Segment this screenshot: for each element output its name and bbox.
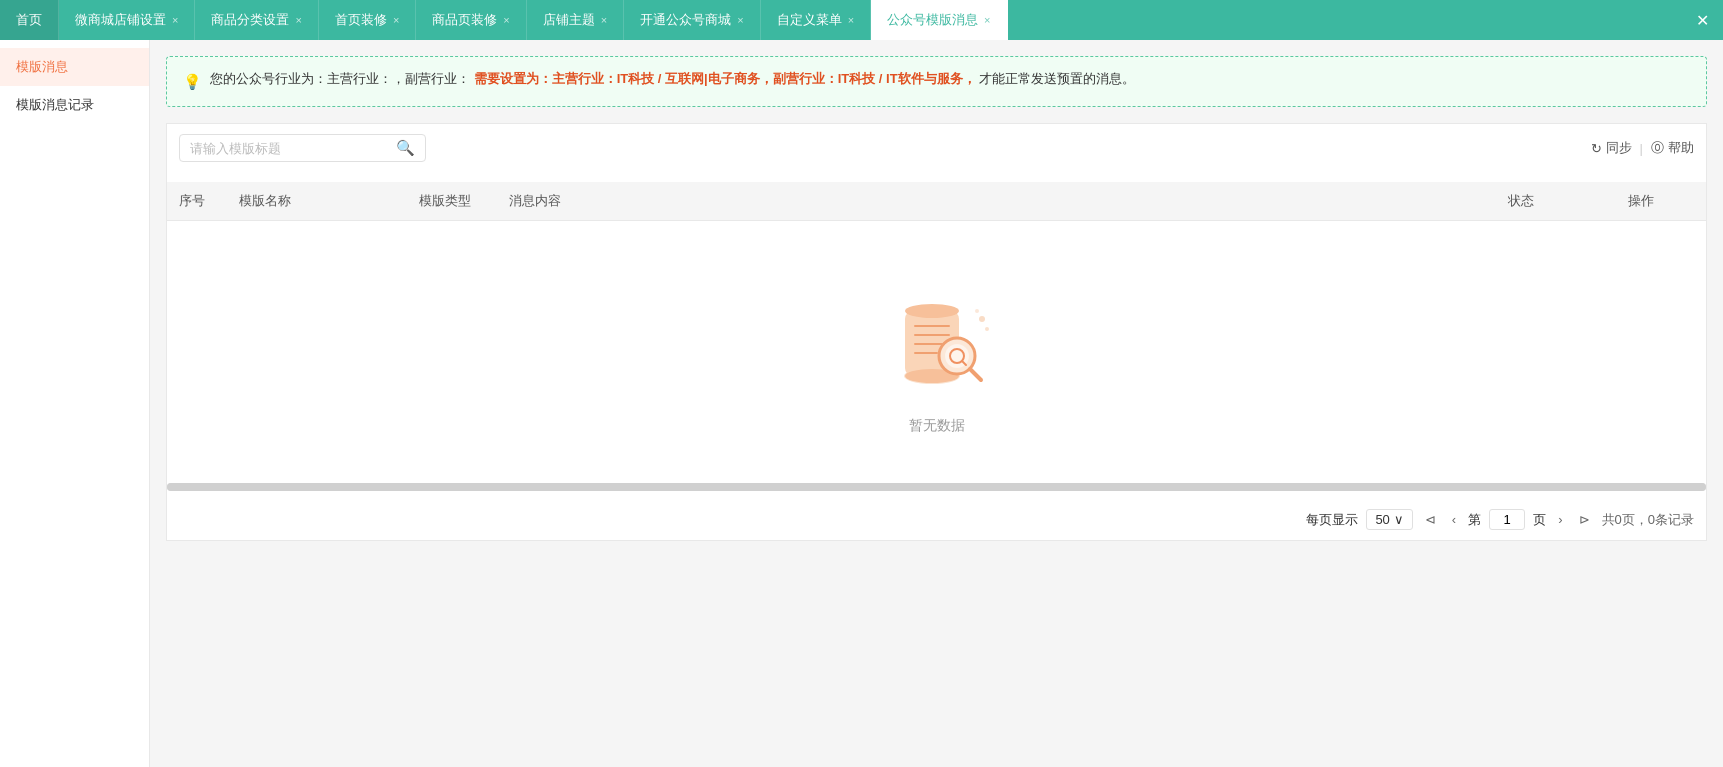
col-name: 模版名称 bbox=[227, 182, 407, 221]
tab-menu[interactable]: 自定义菜单 × bbox=[761, 0, 871, 40]
next-page-button[interactable]: › bbox=[1554, 510, 1566, 529]
scrollbar-thumb[interactable] bbox=[167, 483, 1706, 491]
table-header: 序号 模版名称 模版类型 消息内容 状态 bbox=[167, 182, 1706, 221]
tab-home[interactable]: 首页 bbox=[0, 0, 59, 40]
sync-icon: ↻ bbox=[1591, 141, 1602, 156]
data-table: 序号 模版名称 模版类型 消息内容 状态 bbox=[167, 182, 1706, 475]
tab-weishop-close[interactable]: × bbox=[172, 14, 178, 26]
tab-category-label: 商品分类设置 bbox=[211, 11, 289, 29]
page-size-select[interactable]: 50 ∨ bbox=[1366, 509, 1412, 530]
notice-banner: 💡 您的公众号行业为：主营行业：，副营行业： 需要设置为：主营行业：IT科技 /… bbox=[166, 56, 1707, 107]
svg-point-15 bbox=[975, 309, 979, 313]
svg-point-14 bbox=[985, 327, 989, 331]
tab-menu-close[interactable]: × bbox=[848, 14, 854, 26]
prev-page-button[interactable]: ‹ bbox=[1448, 510, 1460, 529]
tab-theme[interactable]: 店铺主题 × bbox=[527, 0, 624, 40]
toolbar: 🔍 ↻ 同步 | ⓪ 帮助 bbox=[167, 124, 1706, 172]
tab-product-close[interactable]: × bbox=[503, 14, 509, 26]
tab-template-label: 公众号模版消息 bbox=[887, 11, 978, 29]
col-index: 序号 bbox=[167, 182, 227, 221]
help-button[interactable]: ⓪ 帮助 bbox=[1651, 139, 1694, 157]
tab-bar: 首页 微商城店铺设置 × 商品分类设置 × 首页装修 × 商品页装修 × 店铺主… bbox=[0, 0, 1723, 40]
tab-menu-label: 自定义菜单 bbox=[777, 11, 842, 29]
total-info: 共0页，0条记录 bbox=[1602, 511, 1694, 529]
empty-state: 暂无数据 bbox=[167, 221, 1706, 475]
toolbar-right: ↻ 同步 | ⓪ 帮助 bbox=[1591, 139, 1694, 157]
pagination: 每页显示 50 ∨ ⊲ ‹ 第 页 › ⊳ 共0页，0条记录 bbox=[167, 499, 1706, 540]
empty-illustration bbox=[877, 281, 997, 401]
first-page-button[interactable]: ⊲ bbox=[1421, 510, 1440, 529]
tab-category[interactable]: 商品分类设置 × bbox=[195, 0, 318, 40]
notice-text: 您的公众号行业为：主营行业：，副营行业： 需要设置为：主营行业：IT科技 / 互… bbox=[210, 69, 1135, 90]
help-icon: ⓪ bbox=[1651, 139, 1664, 157]
horizontal-scrollbar[interactable] bbox=[167, 483, 1706, 491]
svg-point-13 bbox=[979, 316, 985, 322]
tab-homepage-close[interactable]: × bbox=[393, 14, 399, 26]
search-box: 🔍 bbox=[179, 134, 426, 162]
sync-button[interactable]: ↻ 同步 bbox=[1591, 139, 1632, 157]
sidebar: 模版消息 模版消息记录 bbox=[0, 40, 150, 767]
content-area: 💡 您的公众号行业为：主营行业：，副营行业： 需要设置为：主营行业：IT科技 /… bbox=[150, 40, 1723, 767]
svg-line-10 bbox=[970, 369, 981, 380]
tab-mall-label: 开通公众号商城 bbox=[640, 11, 731, 29]
tab-homepage-label: 首页装修 bbox=[335, 11, 387, 29]
page-unit: 页 bbox=[1533, 511, 1546, 529]
notice-highlight: 需要设置为：主营行业：IT科技 / 互联网|电子商务，副营行业：IT科技 / I… bbox=[474, 71, 976, 86]
tab-template-close[interactable]: × bbox=[984, 14, 990, 26]
table-wrapper: 🔍 ↻ 同步 | ⓪ 帮助 bbox=[166, 123, 1707, 541]
notice-icon: 💡 bbox=[183, 70, 202, 94]
col-action: 操作 bbox=[1616, 182, 1706, 221]
svg-point-2 bbox=[905, 304, 959, 318]
tab-category-close[interactable]: × bbox=[295, 14, 301, 26]
main-layout: 模版消息 模版消息记录 💡 您的公众号行业为：主营行业：，副营行业： 需要设置为… bbox=[0, 40, 1723, 767]
page-label-first: 第 bbox=[1468, 511, 1481, 529]
tab-home-label: 首页 bbox=[16, 11, 42, 29]
tab-homepage[interactable]: 首页装修 × bbox=[319, 0, 416, 40]
empty-text: 暂无数据 bbox=[909, 417, 965, 435]
sidebar-item-template-log[interactable]: 模版消息记录 bbox=[0, 86, 149, 124]
tab-theme-label: 店铺主题 bbox=[543, 11, 595, 29]
tab-weishop-label: 微商城店铺设置 bbox=[75, 11, 166, 29]
tab-weishop[interactable]: 微商城店铺设置 × bbox=[59, 0, 195, 40]
col-type: 模版类型 bbox=[407, 182, 497, 221]
page-number-input[interactable] bbox=[1489, 509, 1525, 530]
tab-theme-close[interactable]: × bbox=[601, 14, 607, 26]
search-button[interactable]: 🔍 bbox=[396, 139, 415, 157]
page-size-value: 50 bbox=[1375, 512, 1389, 527]
tab-product[interactable]: 商品页装修 × bbox=[416, 0, 526, 40]
tab-template[interactable]: 公众号模版消息 × bbox=[871, 0, 1007, 40]
tab-mall[interactable]: 开通公众号商城 × bbox=[624, 0, 760, 40]
last-page-button[interactable]: ⊳ bbox=[1575, 510, 1594, 529]
col-status: 状态 bbox=[1496, 182, 1616, 221]
col-content: 消息内容 bbox=[497, 182, 1496, 221]
tab-bar-close-btn[interactable]: ✕ bbox=[1682, 0, 1723, 40]
tab-mall-close[interactable]: × bbox=[737, 14, 743, 26]
search-input[interactable] bbox=[190, 141, 390, 156]
page-size-chevron: ∨ bbox=[1394, 512, 1404, 527]
tab-product-label: 商品页装修 bbox=[432, 11, 497, 29]
sidebar-item-template-msg[interactable]: 模版消息 bbox=[0, 48, 149, 86]
page-size-label: 每页显示 bbox=[1306, 511, 1358, 529]
toolbar-divider: | bbox=[1640, 141, 1643, 156]
